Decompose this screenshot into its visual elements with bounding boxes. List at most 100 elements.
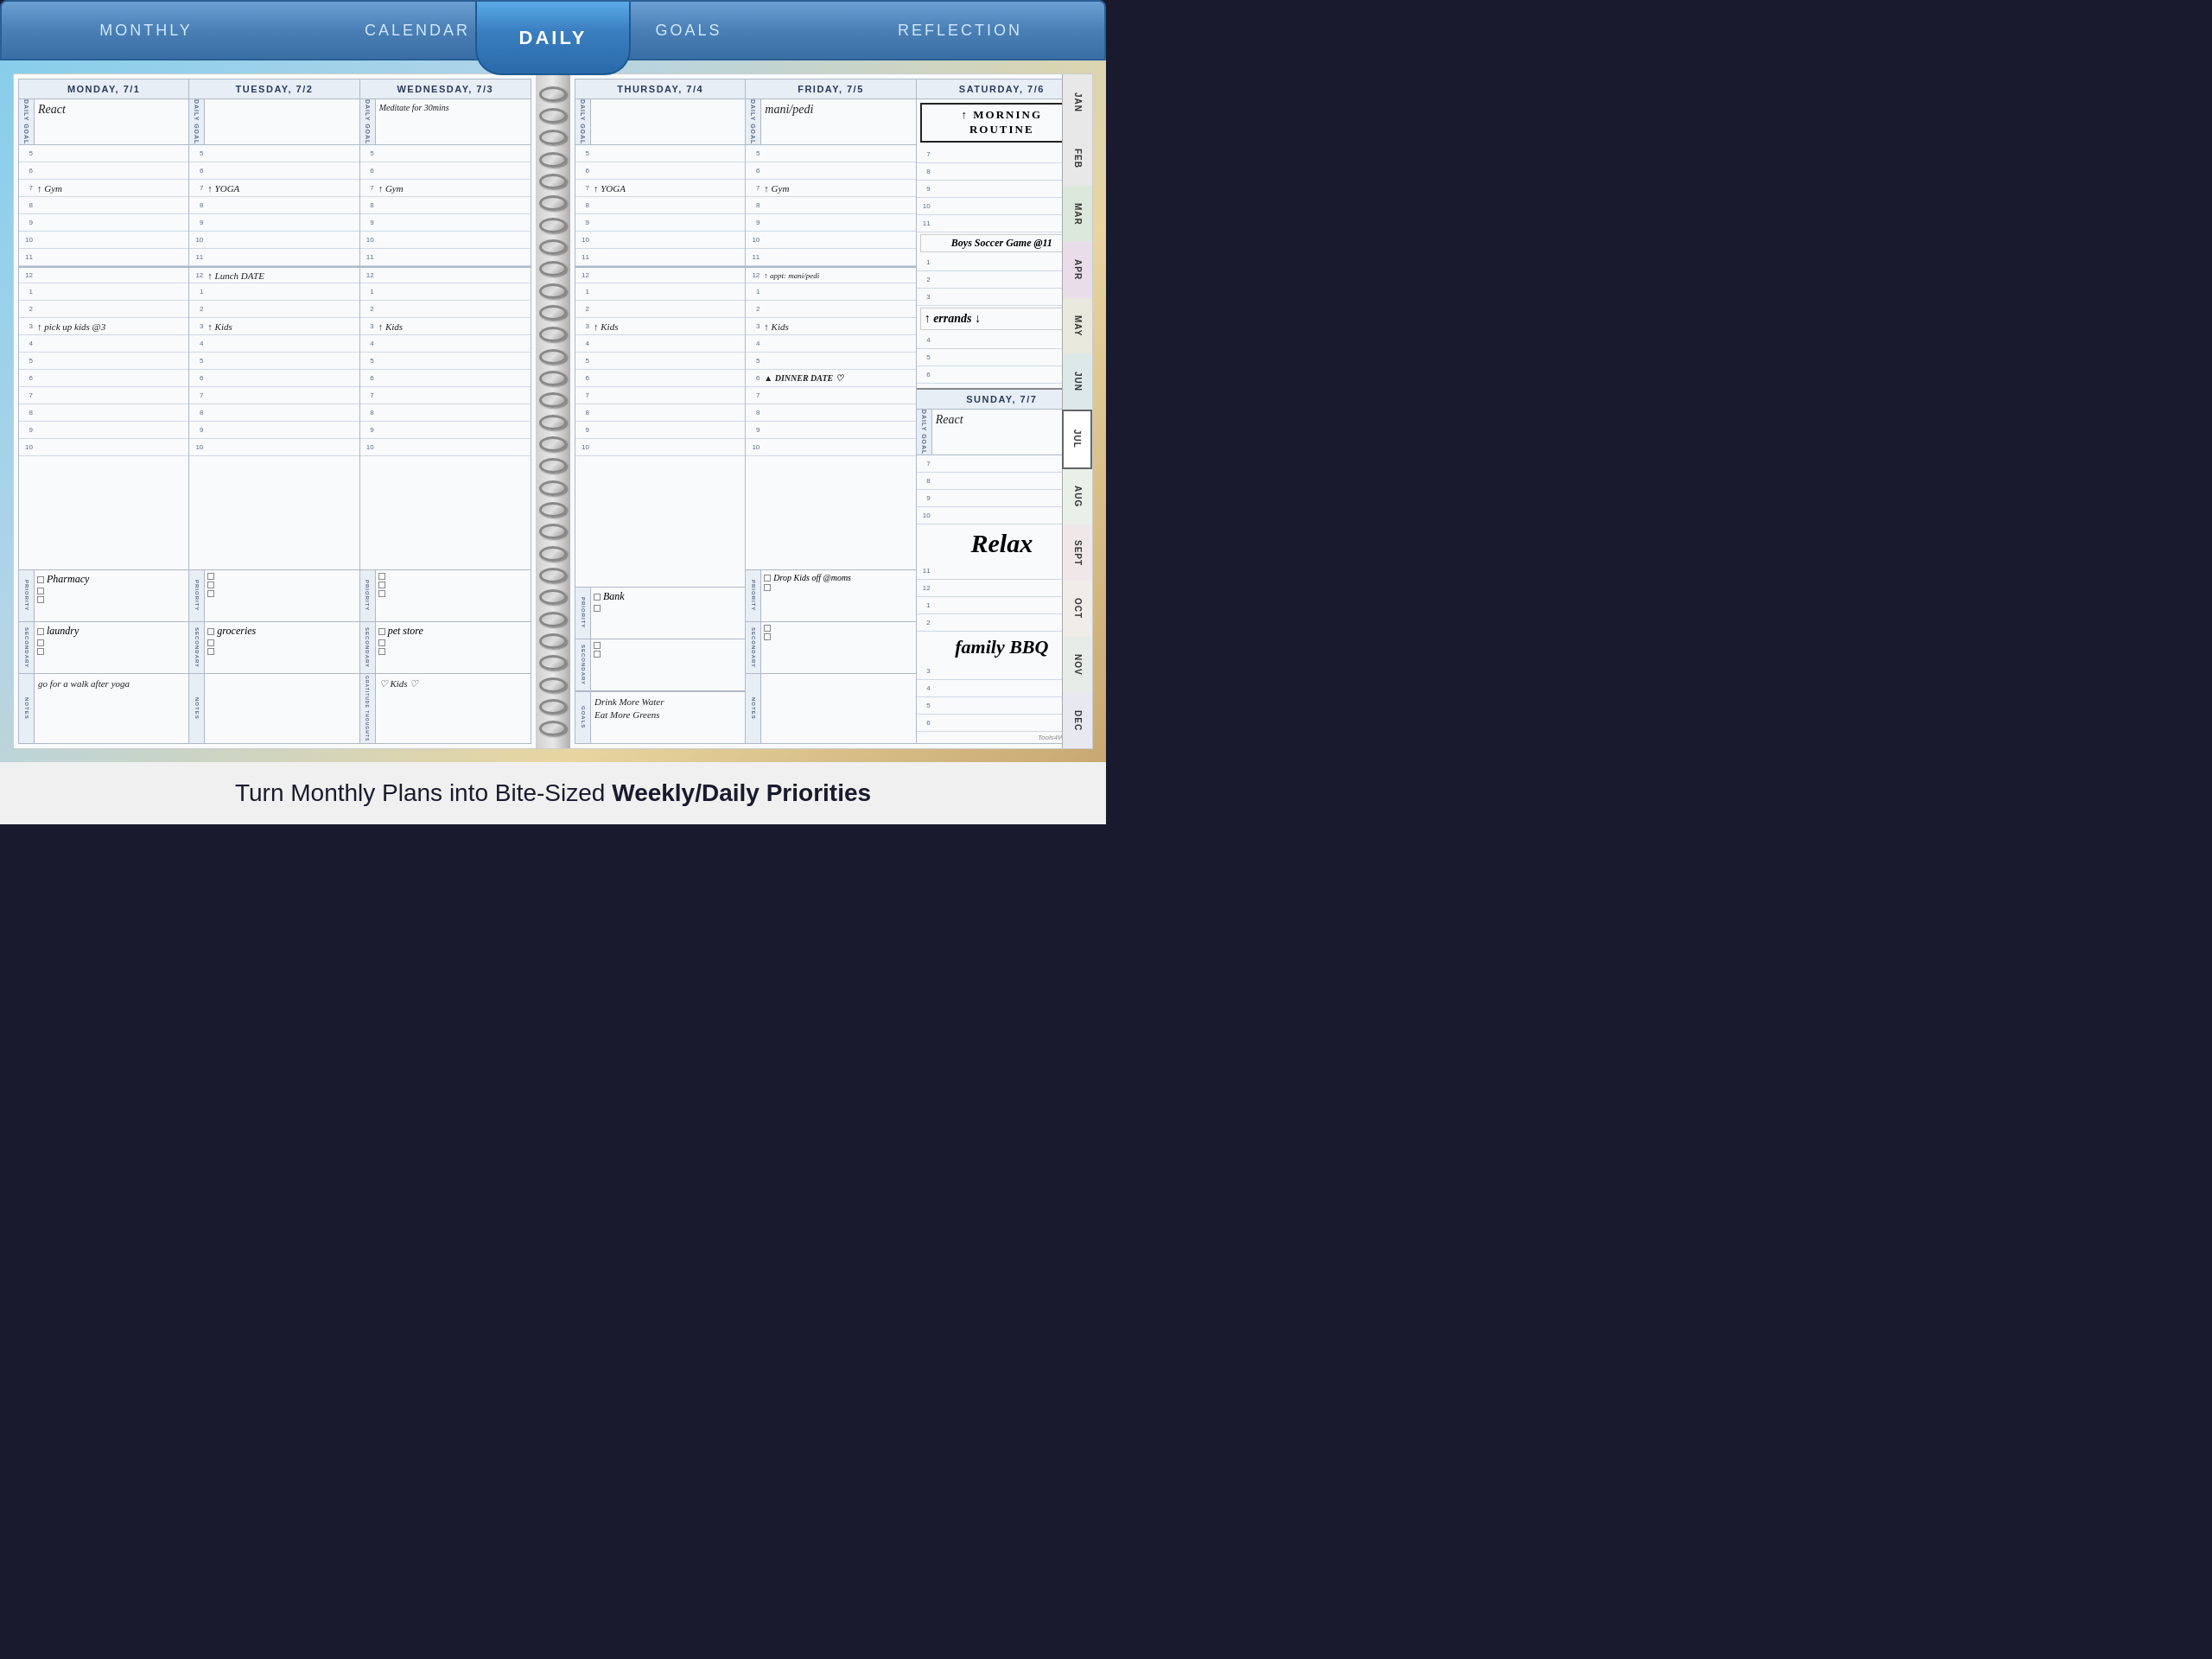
thursday-daily-goal-row: DAILY GOAL: [575, 99, 745, 145]
time-row: 5: [746, 145, 915, 162]
time-row: 8: [575, 197, 745, 214]
time-row: 6: [360, 162, 531, 180]
time-row-noon: 12: [360, 266, 531, 283]
wednesday-notes: GRATITUDE THOUGHTS ♡ Kids ♡: [360, 674, 531, 743]
time-row: 9: [360, 214, 531, 232]
nav-monthly[interactable]: MONTHLY: [10, 13, 282, 48]
secondary-item: [378, 639, 528, 646]
month-jun[interactable]: JUN: [1062, 353, 1092, 410]
month-may[interactable]: MAY: [1062, 298, 1092, 354]
thursday-priority: PRIORITY Bank: [575, 588, 745, 639]
thursday-goals-content: Drink More WaterEat More Greens: [591, 692, 745, 743]
spiral-ring: [539, 392, 567, 408]
morning-routine-text: ↑ MORNINGROUTINE: [925, 108, 1078, 137]
time-row: 10: [746, 232, 915, 249]
time-row: 11: [19, 249, 188, 266]
time-row: 9: [575, 422, 745, 439]
time-row: 8: [189, 197, 359, 214]
monday-notes: NOTES go for a walk after yoga: [19, 674, 188, 743]
time-row: 7: [575, 387, 745, 404]
time-row: 3↑ pick up kids @3: [19, 318, 188, 335]
wednesday-notes-content: ♡ Kids ♡: [376, 674, 531, 743]
morning-routine-box: ↑ MORNINGROUTINE: [920, 103, 1084, 143]
priority-item: [37, 596, 186, 603]
friday-daily-goal-row: DAILY GOAL mani/pedi: [746, 99, 915, 145]
month-jul[interactable]: JUL: [1062, 410, 1092, 469]
time-row: 1: [360, 283, 531, 301]
time-row: 7: [19, 387, 188, 404]
month-jan[interactable]: JAN: [1062, 74, 1092, 130]
time-row: 5: [189, 145, 359, 162]
spiral-ring: [539, 568, 567, 583]
planner-wrapper: MONDAY, 7/1 DAILY GOAL React 5 6 7↑ Gym …: [0, 60, 1106, 762]
time-row: 2: [189, 301, 359, 318]
tuesday-col: TUESDAY, 7/2 DAILY GOAL 5 6 7↑ YOGA 8 9 …: [189, 79, 359, 743]
month-sept[interactable]: SEPT: [1062, 524, 1092, 581]
time-row: 2: [360, 301, 531, 318]
priority-item: [37, 588, 186, 594]
spiral-ring: [539, 195, 567, 211]
month-apr[interactable]: APR: [1062, 242, 1092, 298]
month-dec[interactable]: DEC: [1062, 692, 1092, 748]
time-row: 6▲ DINNER DATE ♡: [746, 370, 915, 387]
caption-text2: Weekly/Daily Priorities: [612, 779, 871, 806]
secondary-item: [37, 648, 186, 655]
tuesday-notes-content: [205, 674, 359, 743]
secondary-item: [378, 648, 528, 655]
secondary-item: [594, 651, 742, 658]
spiral-ring: [539, 546, 567, 562]
nav-daily-active[interactable]: DAILY: [475, 2, 631, 75]
spiral-ring: [539, 239, 567, 255]
errands-box: ↑ errands ↓: [920, 308, 1084, 330]
priority-item: Pharmacy: [37, 573, 186, 586]
time-row: 6: [746, 162, 915, 180]
monday-notes-content: go for a walk after yoga: [35, 674, 188, 743]
time-row: 8: [575, 404, 745, 422]
time-row: 2: [19, 301, 188, 318]
spiral-ring: [539, 283, 567, 299]
wednesday-secondary: SECONDARY pet store: [360, 622, 531, 674]
friday-priority: PRIORITY Drop Kids off @moms: [746, 570, 915, 622]
month-feb[interactable]: FEB: [1062, 130, 1092, 187]
priority-item: [207, 573, 356, 580]
month-mar[interactable]: MAR: [1062, 186, 1092, 242]
spiral-ring: [539, 633, 567, 649]
month-nov[interactable]: NOV: [1062, 637, 1092, 693]
time-row: 3↑ Kids: [360, 318, 531, 335]
time-row: 1: [189, 283, 359, 301]
spiral-ring: [539, 612, 567, 627]
time-row: 5: [575, 145, 745, 162]
tuesday-goal: [205, 99, 359, 144]
time-row: 8: [746, 197, 915, 214]
month-oct[interactable]: OCT: [1062, 581, 1092, 637]
time-row: 5: [19, 145, 188, 162]
time-row-noon: 12: [575, 266, 745, 283]
time-row: 9: [746, 422, 915, 439]
family-bbq-text: family BBQ: [921, 636, 1083, 658]
wednesday-goal: Meditate for 30mins: [376, 99, 531, 144]
time-row: 10: [189, 232, 359, 249]
spiral-ring: [539, 677, 567, 693]
tuesday-notes: NOTES: [189, 674, 359, 743]
secondary-item: [594, 642, 742, 649]
left-page: MONDAY, 7/1 DAILY GOAL React 5 6 7↑ Gym …: [14, 74, 536, 748]
tuesday-secondary: SECONDARY groceries: [189, 622, 359, 674]
friday-notes: NOTES: [746, 674, 915, 743]
time-row: 7↑ Gym: [360, 180, 531, 197]
spiral-ring: [539, 86, 567, 102]
spiral-ring: [539, 108, 567, 124]
time-row: 9: [360, 422, 531, 439]
tuesday-priority: PRIORITY: [189, 570, 359, 622]
spiral-ring: [539, 327, 567, 342]
nav-reflection[interactable]: REFLECTION: [824, 13, 1096, 48]
time-row: 5: [189, 353, 359, 370]
time-row: 7: [189, 387, 359, 404]
monday-header: MONDAY, 7/1: [19, 79, 188, 99]
friday-col: FRIDAY, 7/5 DAILY GOAL mani/pedi 5 6 7↑ …: [746, 79, 916, 743]
time-row: 9: [189, 422, 359, 439]
thursday-secondary: SECONDARY: [575, 639, 745, 691]
spiral-ring: [539, 436, 567, 452]
time-row: 7↑ Gym: [19, 180, 188, 197]
time-row: 6: [575, 162, 745, 180]
month-aug[interactable]: AUG: [1062, 469, 1092, 525]
